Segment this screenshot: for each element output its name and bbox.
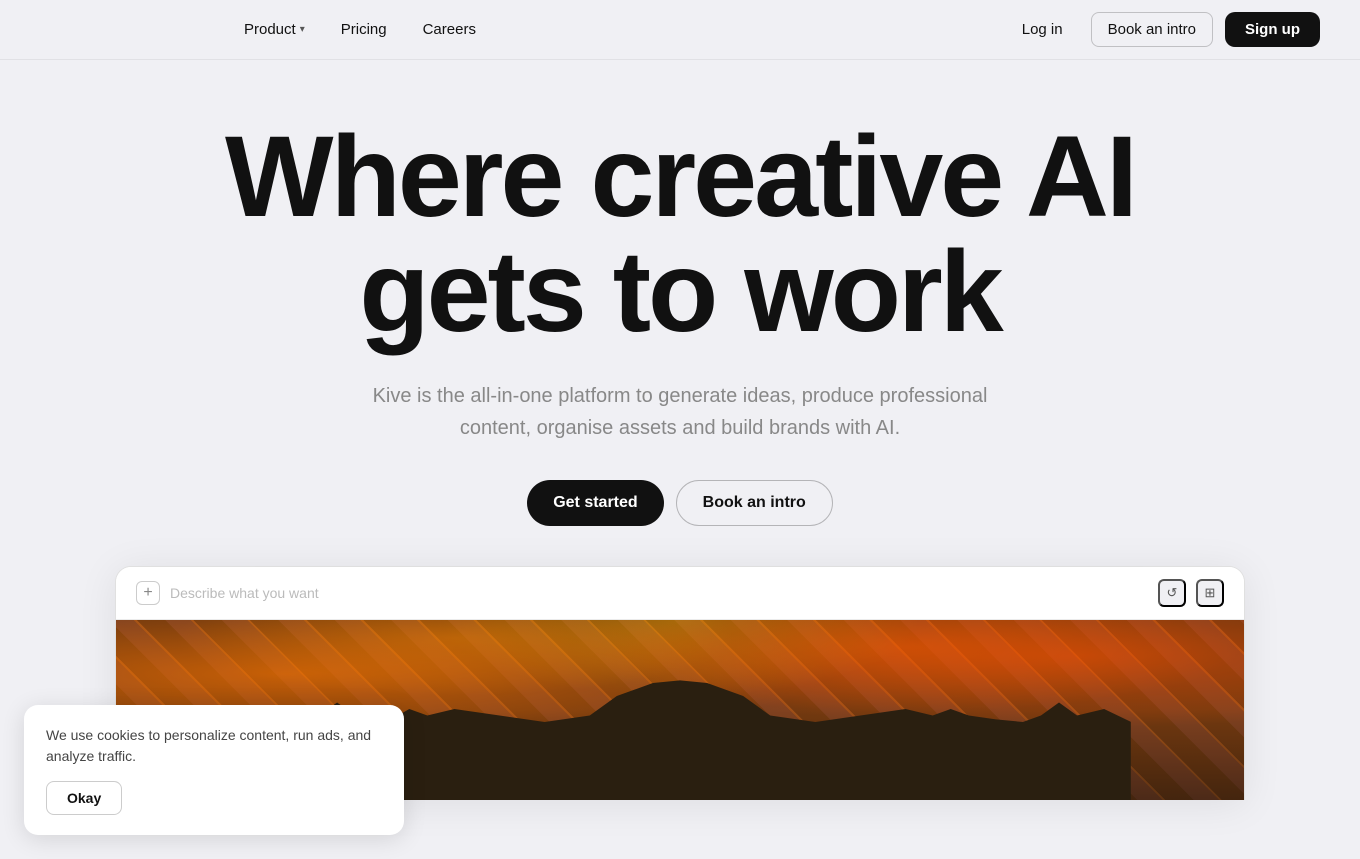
toolbar-placeholder: Describe what you want: [170, 585, 319, 601]
nav-right: Log in Book an intro Sign up: [1006, 12, 1320, 47]
toolbar-add-button[interactable]: +: [136, 581, 160, 605]
cookie-text: We use cookies to personalize content, r…: [46, 725, 382, 767]
book-intro-hero-button[interactable]: Book an intro: [676, 480, 833, 526]
chevron-down-icon: ▾: [300, 24, 305, 35]
plus-icon: +: [143, 584, 152, 602]
login-button[interactable]: Log in: [1006, 13, 1079, 46]
nav-pricing-label: Pricing: [341, 21, 387, 38]
app-toolbar: + Describe what you want ↺ ⊞: [116, 567, 1244, 620]
nav-careers-label: Careers: [423, 21, 476, 38]
hero-title: Where creative AI gets to work: [110, 120, 1250, 350]
toolbar-left: + Describe what you want: [136, 581, 319, 605]
toolbar-grid-icon[interactable]: ⊞: [1196, 579, 1224, 607]
nav-product[interactable]: Product ▾: [230, 13, 319, 46]
nav-left: Product ▾ Pricing Careers: [230, 13, 490, 46]
navigation: Product ▾ Pricing Careers Log in Book an…: [0, 0, 1360, 60]
book-intro-nav-button[interactable]: Book an intro: [1091, 12, 1213, 47]
hero-cta: Get started Book an intro: [527, 480, 833, 526]
toolbar-right: ↺ ⊞: [1158, 579, 1224, 607]
cookie-banner: We use cookies to personalize content, r…: [24, 705, 404, 835]
nav-pricing[interactable]: Pricing: [327, 13, 401, 46]
signup-button[interactable]: Sign up: [1225, 12, 1320, 47]
cookie-okay-button[interactable]: Okay: [46, 781, 122, 815]
nav-product-label: Product: [244, 21, 296, 38]
hero-section: Where creative AI gets to work Kive is t…: [0, 0, 1360, 800]
hero-subtitle: Kive is the all-in-one platform to gener…: [370, 380, 990, 444]
nav-careers[interactable]: Careers: [409, 13, 490, 46]
toolbar-refresh-icon[interactable]: ↺: [1158, 579, 1186, 607]
get-started-button[interactable]: Get started: [527, 480, 663, 526]
